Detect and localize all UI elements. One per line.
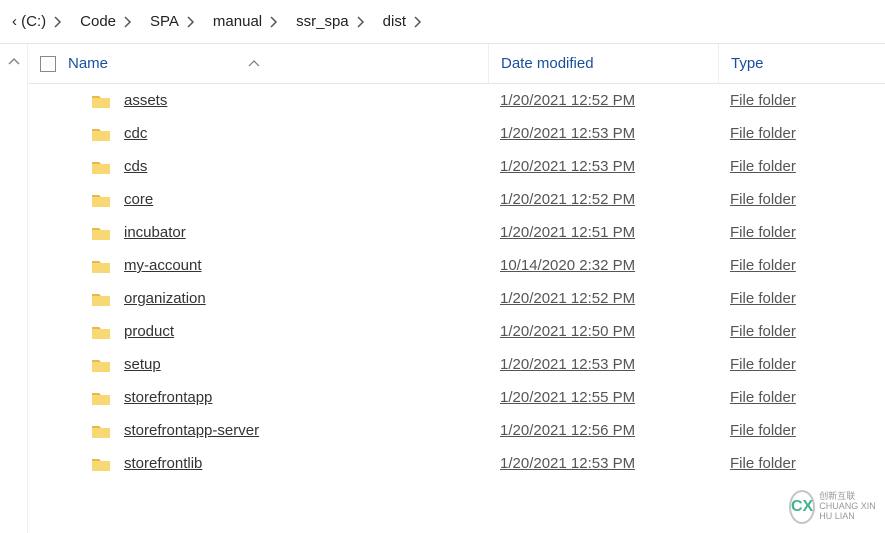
file-rows: assets 1/20/2021 12:52 PM File folder cd… [28,84,885,480]
breadcrumb-root-label: ‹ (C:) [10,13,48,30]
breadcrumb-item-label: dist [381,13,408,30]
table-row[interactable]: organization 1/20/2021 12:52 PM File fol… [28,282,885,315]
breadcrumb-item-label: manual [211,13,264,30]
sort-indicator-icon [248,59,260,70]
file-type: File folder [730,290,796,307]
file-name: core [124,191,153,208]
breadcrumb-item-0[interactable]: Code [72,0,142,43]
file-date: 1/20/2021 12:53 PM [500,125,635,142]
table-row[interactable]: assets 1/20/2021 12:52 PM File folder [28,84,885,117]
file-name: setup [124,356,161,373]
table-row[interactable]: cdc 1/20/2021 12:53 PM File folder [28,117,885,150]
file-date: 1/20/2021 12:53 PM [500,356,635,373]
file-name: organization [124,290,206,307]
file-date: 1/20/2021 12:52 PM [500,290,635,307]
file-list-pane: Name Date modified Type assets [28,44,885,533]
folder-icon [92,94,110,108]
file-date: 10/14/2020 2:32 PM [500,257,635,274]
breadcrumb-item-2[interactable]: manual [205,0,288,43]
scroll-gutter[interactable] [0,44,28,533]
watermark-logo: CX 创新互联 CHUANG XIN HU LIAN [789,487,879,527]
column-header-name-label: Name [68,55,108,72]
file-name: cdc [124,125,147,142]
file-type: File folder [730,422,796,439]
chevron-right-icon[interactable] [266,14,282,30]
file-name: storefrontlib [124,455,202,472]
select-all-checkbox[interactable] [28,56,68,72]
file-type: File folder [730,92,796,109]
folder-icon [92,226,110,240]
column-header-date[interactable]: Date modified [488,44,718,83]
table-row[interactable]: incubator 1/20/2021 12:51 PM File folder [28,216,885,249]
folder-icon [92,424,110,438]
file-date: 1/20/2021 12:52 PM [500,92,635,109]
column-header-name[interactable]: Name [68,55,488,72]
folder-icon [92,358,110,372]
file-name: cds [124,158,147,175]
breadcrumb-item-4[interactable]: dist [375,0,432,43]
table-row[interactable]: setup 1/20/2021 12:53 PM File folder [28,348,885,381]
caret-up-icon [8,52,20,533]
file-name: storefrontapp-server [124,422,259,439]
file-type: File folder [730,125,796,142]
chevron-right-icon[interactable] [50,14,66,30]
column-headers: Name Date modified Type [28,44,885,84]
file-name: incubator [124,224,186,241]
table-row[interactable]: storefrontapp-server 1/20/2021 12:56 PM … [28,414,885,447]
file-type: File folder [730,224,796,241]
table-row[interactable]: cds 1/20/2021 12:53 PM File folder [28,150,885,183]
file-date: 1/20/2021 12:53 PM [500,158,635,175]
chevron-right-icon[interactable] [353,14,369,30]
folder-icon [92,325,110,339]
watermark-line2: CHUANG XIN HU LIAN [819,502,879,522]
breadcrumb-root[interactable]: ‹ (C:) [4,0,72,43]
folder-icon [92,160,110,174]
file-name: storefrontapp [124,389,212,406]
breadcrumb-item-1[interactable]: SPA [142,0,205,43]
file-type: File folder [730,455,796,472]
table-row[interactable]: storefrontlib 1/20/2021 12:53 PM File fo… [28,447,885,480]
breadcrumb-item-label: ssr_spa [294,13,351,30]
column-header-type[interactable]: Type [718,44,885,83]
folder-icon [92,193,110,207]
file-type: File folder [730,356,796,373]
column-header-type-label: Type [731,55,764,72]
file-date: 1/20/2021 12:56 PM [500,422,635,439]
table-row[interactable]: storefrontapp 1/20/2021 12:55 PM File fo… [28,381,885,414]
file-name: my-account [124,257,202,274]
chevron-right-icon[interactable] [120,14,136,30]
folder-icon [92,457,110,471]
table-row[interactable]: core 1/20/2021 12:52 PM File folder [28,183,885,216]
breadcrumb-item-label: SPA [148,13,181,30]
file-type: File folder [730,158,796,175]
file-date: 1/20/2021 12:53 PM [500,455,635,472]
breadcrumb[interactable]: ‹ (C:) Code SPA manual ssr_spa dist [0,0,885,44]
file-type: File folder [730,323,796,340]
column-header-date-label: Date modified [501,55,594,72]
file-name: product [124,323,174,340]
breadcrumb-item-label: Code [78,13,118,30]
folder-icon [92,391,110,405]
file-type: File folder [730,191,796,208]
folder-icon [92,292,110,306]
file-date: 1/20/2021 12:55 PM [500,389,635,406]
table-row[interactable]: product 1/20/2021 12:50 PM File folder [28,315,885,348]
file-name: assets [124,92,167,109]
file-type: File folder [730,389,796,406]
breadcrumb-item-3[interactable]: ssr_spa [288,0,375,43]
file-type: File folder [730,257,796,274]
checkbox-icon [40,56,56,72]
chevron-right-icon[interactable] [410,14,426,30]
file-date: 1/20/2021 12:50 PM [500,323,635,340]
folder-icon [92,127,110,141]
file-date: 1/20/2021 12:51 PM [500,224,635,241]
folder-icon [92,259,110,273]
watermark-glyph: CX [789,490,815,524]
table-row[interactable]: my-account 10/14/2020 2:32 PM File folde… [28,249,885,282]
file-date: 1/20/2021 12:52 PM [500,191,635,208]
chevron-right-icon[interactable] [183,14,199,30]
